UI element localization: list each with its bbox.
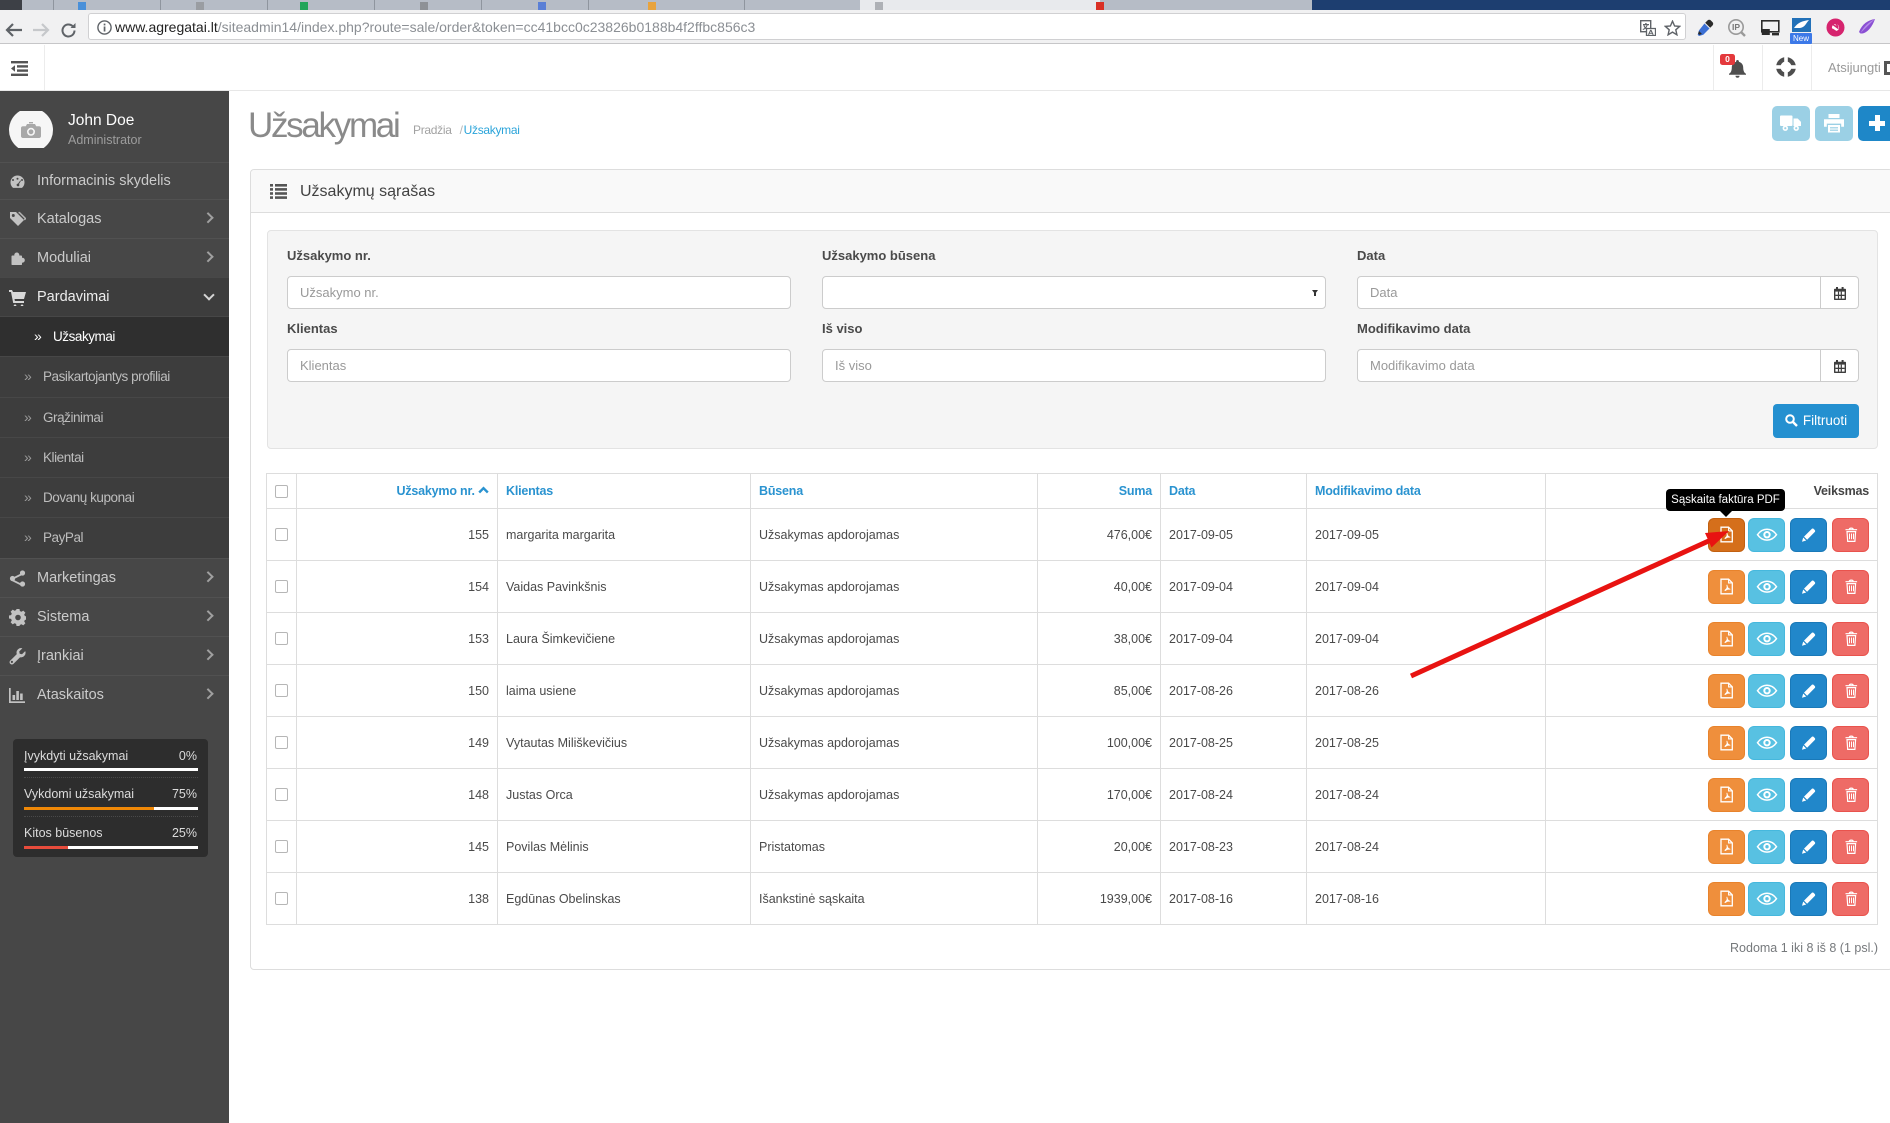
svg-text:IP: IP: [1732, 22, 1740, 32]
